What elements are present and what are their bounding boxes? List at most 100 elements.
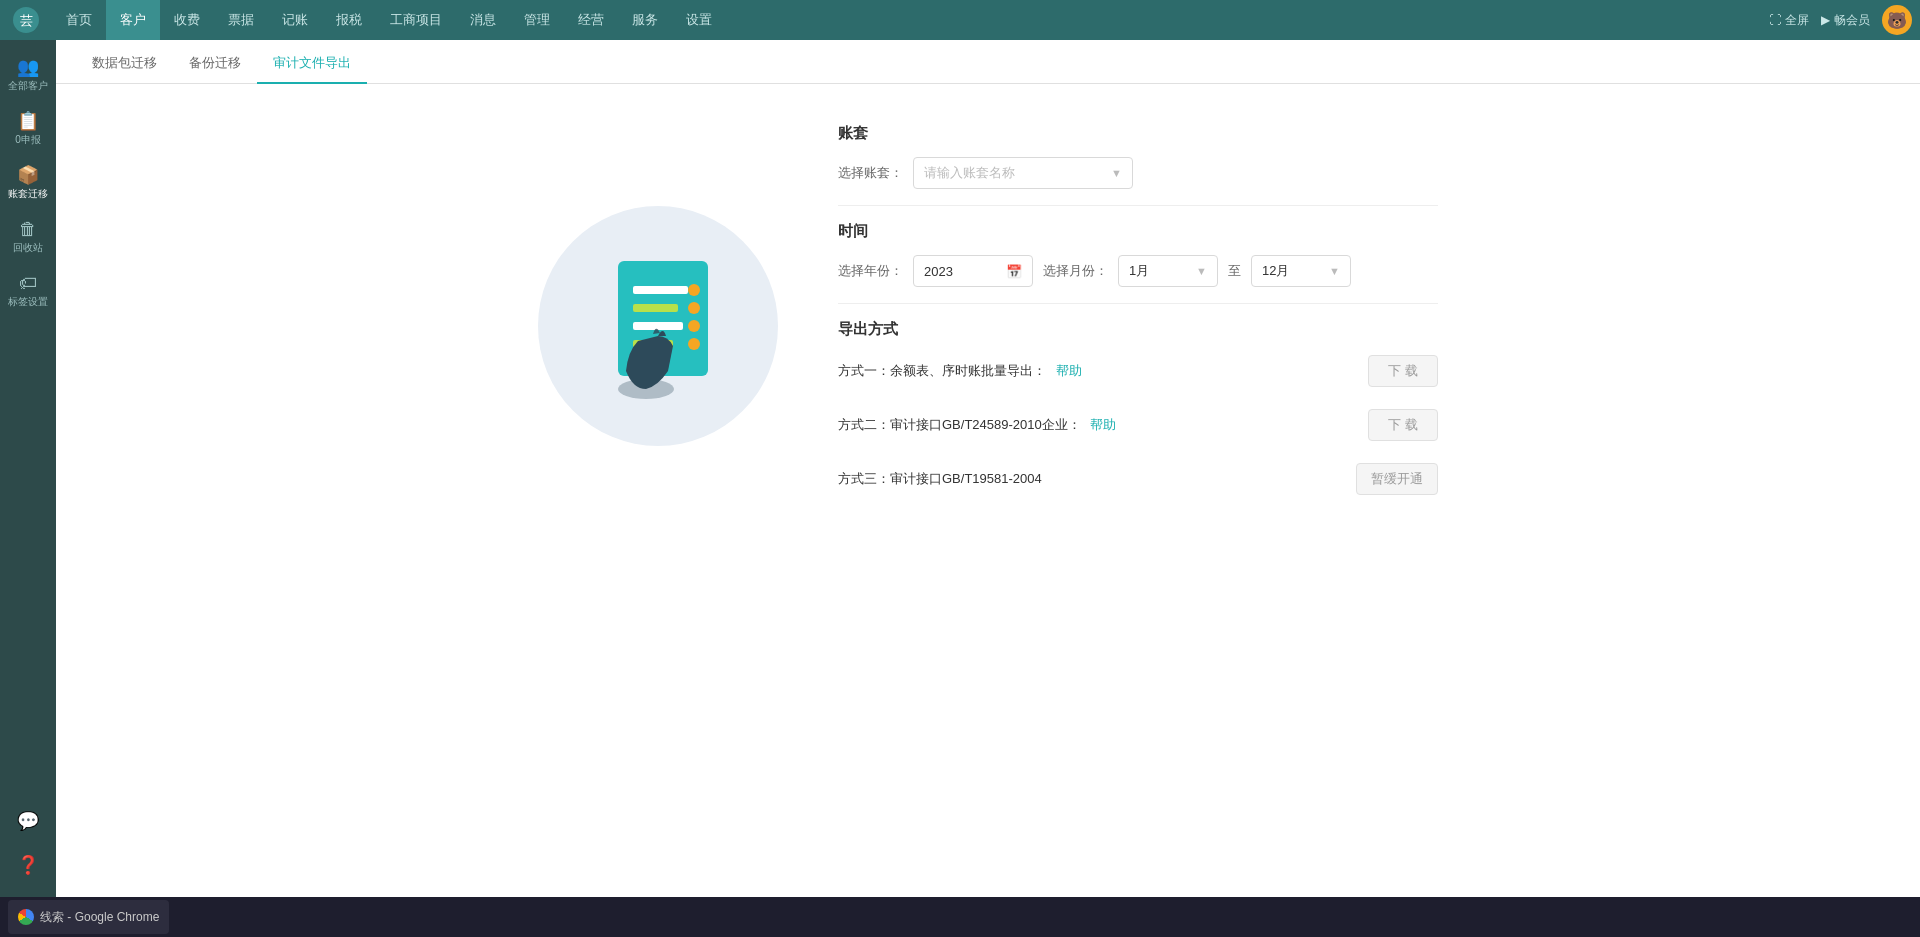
export-method-3-label: 方式三：审计接口GB/T19581-2004 — [838, 470, 1356, 488]
method1-download-button[interactable]: 下 载 — [1368, 355, 1438, 387]
month-end-select[interactable]: 12月 ▼ — [1251, 255, 1351, 287]
month-start-select[interactable]: 1月 ▼ — [1118, 255, 1218, 287]
export-method-1-label: 方式一：余额表、序时账批量导出： 帮助 — [838, 362, 1368, 380]
divider-1 — [838, 205, 1438, 206]
svg-text:芸: 芸 — [20, 13, 33, 28]
month-start-chevron-icon: ▼ — [1196, 265, 1207, 277]
sidebar-bottom: 💬 ❓ — [0, 801, 56, 897]
tab-data-migration[interactable]: 数据包迁移 — [76, 44, 173, 84]
content-area: 数据包迁移 备份迁移 审计文件导出 — [56, 40, 1920, 897]
month-start-label: 选择月份： — [1043, 262, 1108, 280]
nav-item-fees[interactable]: 收费 — [160, 0, 214, 40]
fullscreen-button[interactable]: ⛶ 全屏 — [1769, 12, 1809, 29]
month-end-value: 12月 — [1262, 262, 1289, 280]
sidebar-item-migration[interactable]: 📦 账套迁移 — [0, 156, 56, 210]
sidebar-item-tag-settings[interactable]: 🏷 标签设置 — [0, 264, 56, 318]
account-label: 选择账套： — [838, 164, 903, 182]
illustration-area — [538, 114, 778, 517]
feedback-icon: 💬 — [17, 810, 39, 832]
tab-backup-migration[interactable]: 备份迁移 — [173, 44, 257, 84]
account-select[interactable]: 请输入账套名称 ▼ — [913, 157, 1133, 189]
export-method-2-row: 方式二：审计接口GB/T24589-2010企业： 帮助 下 载 — [838, 409, 1438, 441]
sidebar-item-recycle[interactable]: 🗑 回收站 — [0, 210, 56, 264]
tag-icon: 🏷 — [19, 274, 37, 292]
inner-content: 账套 选择账套： 请输入账套名称 ▼ 时间 选择年份： — [538, 114, 1438, 517]
feedback-button[interactable]: 💬 — [0, 801, 56, 841]
nav-item-management[interactable]: 管理 — [510, 0, 564, 40]
nav-item-tax[interactable]: 报税 — [322, 0, 376, 40]
nav-item-bookkeeping[interactable]: 记账 — [268, 0, 322, 40]
account-section-title: 账套 — [838, 124, 1438, 143]
nav-item-business[interactable]: 工商项目 — [376, 0, 456, 40]
month-end-chevron-icon: ▼ — [1329, 265, 1340, 277]
vip-icon: ▶ — [1821, 13, 1830, 27]
export-method-title: 导出方式 — [838, 320, 1438, 339]
vip-button[interactable]: ▶ 畅会员 — [1821, 12, 1870, 29]
user-avatar[interactable]: 🐻 — [1882, 5, 1912, 35]
help-button[interactable]: ❓ — [0, 845, 56, 885]
top-nav-right: ⛶ 全屏 ▶ 畅会员 🐻 — [1769, 5, 1912, 35]
svg-rect-3 — [633, 286, 688, 294]
year-label: 选择年份： — [838, 262, 903, 280]
page-content: 账套 选择账套： 请输入账套名称 ▼ 时间 选择年份： — [56, 84, 1920, 897]
top-nav-items: 首页 客户 收费 票据 记账 报税 工商项目 消息 管理 经营 服务 设置 — [52, 0, 1769, 40]
audit-illustration — [578, 241, 738, 411]
export-method-section: 导出方式 方式一：余额表、序时账批量导出： 帮助 下 载 — [838, 320, 1438, 495]
form-area: 账套 选择账套： 请输入账套名称 ▼ 时间 选择年份： — [838, 114, 1438, 517]
account-placeholder: 请输入账套名称 — [924, 164, 1015, 182]
taskbar: 线索 - Google Chrome — [0, 897, 1920, 937]
migration-icon: 📦 — [17, 166, 39, 184]
divider-2 — [838, 303, 1438, 304]
nav-item-customer[interactable]: 客户 — [106, 0, 160, 40]
tab-audit-export[interactable]: 审计文件导出 — [257, 44, 367, 84]
app-logo: 芸 — [8, 2, 44, 38]
method2-help-link[interactable]: 帮助 — [1090, 417, 1116, 432]
sidebar-item-all-customers[interactable]: 👥 全部客户 — [0, 48, 56, 102]
sidebar-item-zero-declare[interactable]: 📋 0申报 — [0, 102, 56, 156]
nav-item-home[interactable]: 首页 — [52, 0, 106, 40]
export-method-2-label: 方式二：审计接口GB/T24589-2010企业： 帮助 — [838, 416, 1368, 434]
method2-download-button[interactable]: 下 载 — [1368, 409, 1438, 441]
tab-bar: 数据包迁移 备份迁移 审计文件导出 — [56, 40, 1920, 84]
sidebar-item-recycle-label: 回收站 — [13, 242, 43, 254]
svg-point-9 — [688, 320, 700, 332]
year-value: 2023 — [924, 264, 953, 279]
top-navigation: 芸 首页 客户 收费 票据 记账 报税 工商项目 消息 管理 经营 服务 设置 … — [0, 0, 1920, 40]
nav-item-services[interactable]: 服务 — [618, 0, 672, 40]
recycle-icon: 🗑 — [19, 220, 37, 238]
account-row: 选择账套： 请输入账套名称 ▼ — [838, 157, 1438, 189]
svg-rect-4 — [633, 304, 678, 312]
svg-point-10 — [688, 338, 700, 350]
sidebar-item-tag-label: 标签设置 — [8, 296, 48, 308]
illustration-circle — [538, 206, 778, 446]
method1-help-link[interactable]: 帮助 — [1056, 363, 1082, 378]
time-row: 选择年份： 2023 📅 选择月份： 1月 ▼ 至 12月 — [838, 255, 1438, 287]
fullscreen-icon: ⛶ — [1769, 13, 1781, 27]
nav-item-operations[interactable]: 经营 — [564, 0, 618, 40]
year-input[interactable]: 2023 📅 — [913, 255, 1033, 287]
sidebar-item-declare-label: 0申报 — [15, 134, 41, 146]
main-layout: 👥 全部客户 📋 0申报 📦 账套迁移 🗑 回收站 🏷 标签设置 💬 ❓ — [0, 40, 1920, 897]
nav-item-messages[interactable]: 消息 — [456, 0, 510, 40]
account-chevron-icon: ▼ — [1111, 167, 1122, 179]
customers-icon: 👥 — [17, 58, 39, 76]
taskbar-chrome-item[interactable]: 线索 - Google Chrome — [8, 900, 169, 934]
svg-rect-5 — [633, 322, 683, 330]
to-separator: 至 — [1228, 262, 1241, 280]
sidebar-item-migration-label: 账套迁移 — [8, 188, 48, 200]
calendar-icon: 📅 — [1006, 264, 1022, 279]
declare-icon: 📋 — [17, 112, 39, 130]
time-section-title: 时间 — [838, 222, 1438, 241]
help-icon: ❓ — [17, 854, 39, 876]
month-start-value: 1月 — [1129, 262, 1149, 280]
svg-point-7 — [688, 284, 700, 296]
taskbar-chrome-label: 线索 - Google Chrome — [40, 909, 159, 926]
svg-point-8 — [688, 302, 700, 314]
chrome-icon — [18, 909, 34, 925]
export-method-1-row: 方式一：余额表、序时账批量导出： 帮助 下 载 — [838, 355, 1438, 387]
nav-item-settings[interactable]: 设置 — [672, 0, 726, 40]
nav-item-invoices[interactable]: 票据 — [214, 0, 268, 40]
method3-coming-soon-button: 暂缓开通 — [1356, 463, 1438, 495]
sidebar: 👥 全部客户 📋 0申报 📦 账套迁移 🗑 回收站 🏷 标签设置 💬 ❓ — [0, 40, 56, 897]
export-method-3-row: 方式三：审计接口GB/T19581-2004 暂缓开通 — [838, 463, 1438, 495]
